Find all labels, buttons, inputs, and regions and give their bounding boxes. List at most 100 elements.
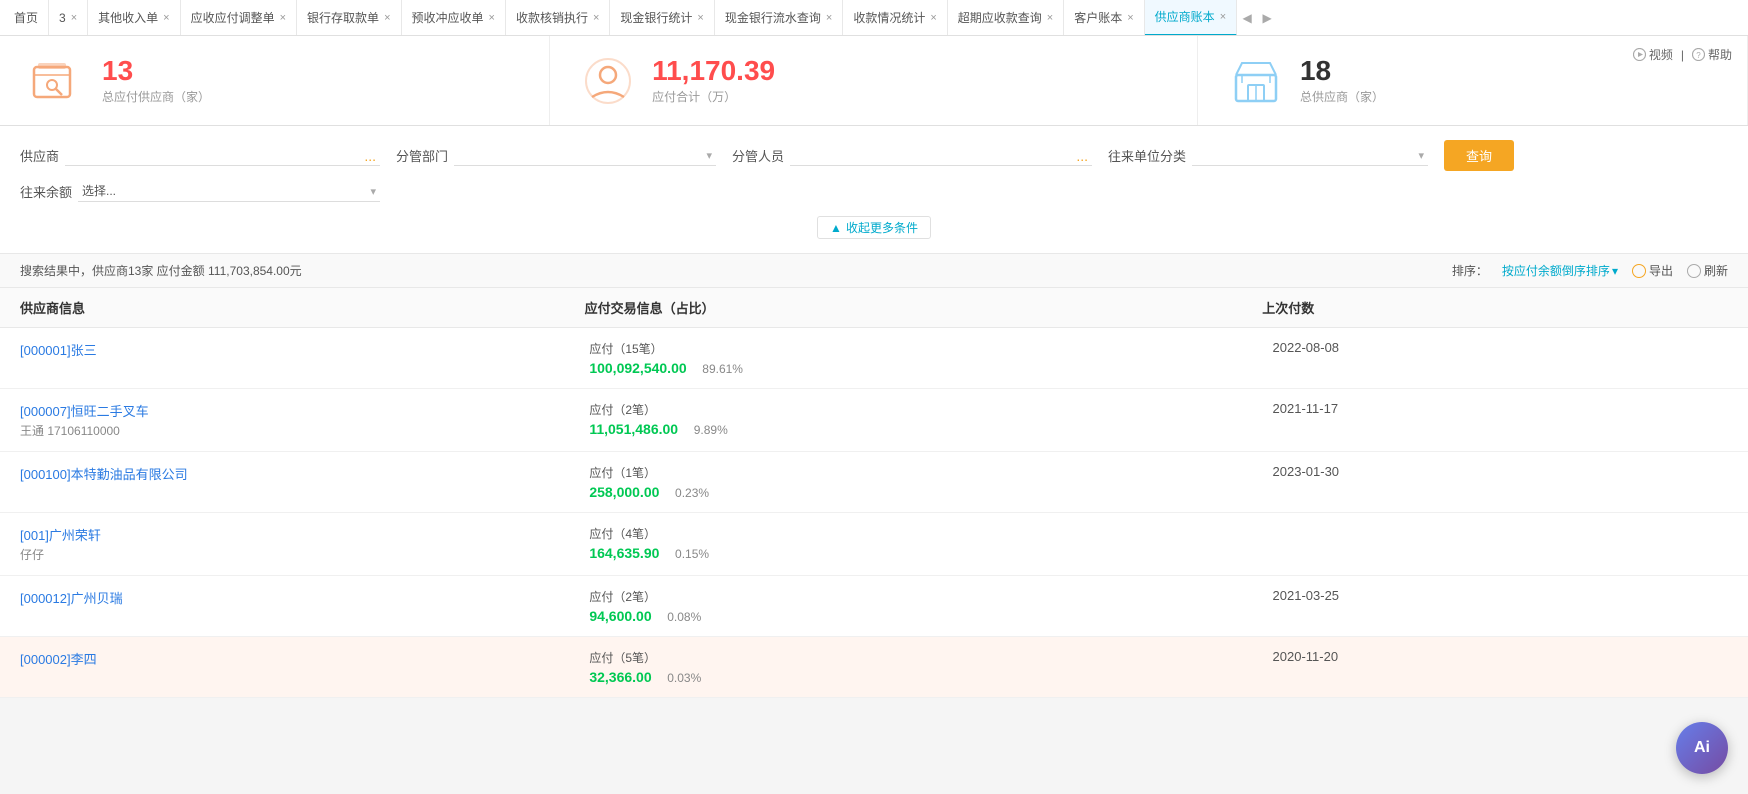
balance-select[interactable]: 选择...: [82, 184, 366, 198]
category-chevron-icon: ▾: [1418, 149, 1424, 162]
nav-right-arrow[interactable]: ▶: [1257, 0, 1277, 36]
payable-amount-5: 94,600.00: [589, 608, 651, 624]
stat-icon-shop: [1228, 53, 1284, 109]
person-dots[interactable]: ...: [1076, 148, 1088, 164]
supplier-link-1[interactable]: [000001]张三: [20, 343, 97, 358]
balance-chevron-icon: ▾: [370, 185, 376, 198]
nav-tab-customer-account-close[interactable]: ×: [1127, 12, 1133, 24]
nav-tab-cash-bank-flow-close[interactable]: ×: [826, 12, 832, 24]
nav-tab-receipt-stat-close[interactable]: ×: [930, 12, 936, 24]
person-input-wrap: ...: [790, 145, 1092, 166]
search-field-person: 分管人员 ...: [732, 145, 1092, 166]
nav-tab-bank-deposit[interactable]: 银行存取款单 ×: [297, 0, 401, 36]
nav-tab-ap-adjust-label: 应收应付调整单: [191, 9, 275, 26]
supplier-name-5: [000012]广州贝瑞: [20, 588, 589, 607]
table-header: 供应商信息 应付交易信息（占比） 上次付数: [0, 288, 1748, 328]
table-row: [000012]广州贝瑞 应付（2笔） 94,600.00 0.08% 2021…: [0, 576, 1748, 637]
table-row: [000002]李四 应付（5笔） 32,366.00 0.03% 2020-1…: [0, 637, 1748, 698]
nav-tab-advance-match-label: 预收冲应收单: [412, 9, 484, 26]
supplier-dots[interactable]: ...: [364, 148, 376, 164]
supplier-input[interactable]: [65, 145, 380, 166]
nav-tab-other-income-close[interactable]: ×: [163, 12, 169, 24]
nav-tab-bank-deposit-close[interactable]: ×: [384, 12, 390, 24]
nav-tab-advance-match-close[interactable]: ×: [489, 12, 495, 24]
video-link[interactable]: 视频: [1633, 46, 1673, 63]
supplier-name-4: [001]广州荣轩: [20, 525, 589, 544]
stat-total-info: 11,170.39 应付合计（万）: [652, 56, 775, 106]
stat-total-number: 11,170.39: [652, 56, 775, 87]
nav-tab-overdue-ap-label: 超期应收款查询: [958, 9, 1042, 26]
nav-tab-cash-bank-stat-close[interactable]: ×: [697, 12, 703, 24]
nav-tab-customer-account[interactable]: 客户账本 ×: [1064, 0, 1144, 36]
stat-payable-info: 13 总应付供应商（家）: [102, 56, 210, 106]
supplier-info-2: [000007]恒旺二手叉车 王通 17106110000: [20, 401, 589, 439]
stat-icon-total: [580, 53, 636, 109]
refresh-icon: [1687, 264, 1701, 278]
sort-chevron-icon: ▾: [1612, 264, 1618, 278]
search-field-supplier: 供应商 ...: [20, 145, 380, 166]
balance-label: 往来余额: [20, 182, 72, 201]
search-row-1: 供应商 ... 分管部门 ▾ 分管人员 ... 往来单位分类: [20, 140, 1728, 171]
nav-tab-3[interactable]: 3 ×: [49, 0, 88, 36]
nav-tab-receipt-verify-close[interactable]: ×: [593, 12, 599, 24]
nav-tab-ap-adjust-close[interactable]: ×: [280, 12, 286, 24]
person-input[interactable]: [790, 145, 1092, 166]
results-summary: 搜索结果中，供应商13家 应付金额 111,703,854.00元: [20, 262, 302, 279]
supplier-link-6[interactable]: [000002]李四: [20, 652, 97, 667]
collapse-icon: ▲: [830, 221, 842, 235]
last-pay-2: 2021-11-17: [1273, 401, 1728, 416]
table-row: [000007]恒旺二手叉车 王通 17106110000 应付（2笔） 11,…: [0, 389, 1748, 452]
sort-select[interactable]: 按应付余额倒序排序 ▾: [1502, 262, 1618, 279]
supplier-name-2: [000007]恒旺二手叉车: [20, 401, 589, 420]
nav-tab-cash-bank-flow[interactable]: 现金银行流水查询 ×: [715, 0, 843, 36]
col-header-payable: 应付交易信息（占比）: [585, 298, 1263, 317]
payable-pct-4: 0.15%: [675, 547, 709, 561]
refresh-label: 刷新: [1704, 262, 1728, 279]
main-table: 供应商信息 应付交易信息（占比） 上次付数 [000001]张三 应付（15笔）…: [0, 288, 1748, 698]
nav-tab-supplier-account-close[interactable]: ×: [1220, 11, 1226, 23]
nav-tab-receipt-stat[interactable]: 收款情况统计 ×: [843, 0, 947, 36]
search-row-2: 往来余额 选择... ▾: [20, 181, 1728, 202]
table-row: [000100]本特勤油品有限公司 应付（1笔） 258,000.00 0.23…: [0, 452, 1748, 513]
payable-info-5: 应付（2笔） 94,600.00 0.08%: [589, 588, 1272, 624]
search-field-balance: 往来余额 选择... ▾: [20, 181, 380, 202]
supplier-link-5[interactable]: [000012]广州贝瑞: [20, 591, 123, 606]
nav-tab-home[interactable]: 首页: [4, 0, 49, 36]
category-select[interactable]: [1196, 148, 1414, 162]
nav-left-arrow[interactable]: ◀: [1237, 0, 1257, 36]
nav-tab-overdue-ap-close[interactable]: ×: [1047, 12, 1053, 24]
stats-bar: 13 总应付供应商（家） 11,170.39 应付合计（万）: [0, 36, 1748, 126]
ai-button[interactable]: Ai: [1676, 722, 1728, 774]
category-select-wrap[interactable]: ▾: [1192, 145, 1428, 166]
refresh-button[interactable]: 刷新: [1687, 262, 1728, 279]
supplier-link-4[interactable]: [001]广州荣轩: [20, 528, 101, 543]
nav-tab-cash-bank-stat-label: 现金银行统计: [620, 9, 692, 26]
dept-select[interactable]: [458, 148, 702, 162]
nav-tab-ap-adjust[interactable]: 应收应付调整单 ×: [181, 0, 297, 36]
query-button[interactable]: 查询: [1444, 140, 1514, 171]
nav-tab-other-income[interactable]: 其他收入单 ×: [88, 0, 180, 36]
stat-payable-number: 13: [102, 56, 210, 87]
stat-total-label: 应付合计（万）: [652, 88, 775, 105]
export-label: 导出: [1649, 262, 1673, 279]
collapse-button[interactable]: ▲ 收起更多条件: [817, 216, 931, 239]
nav-tab-cash-bank-stat[interactable]: 现金银行统计 ×: [610, 0, 714, 36]
stat-payable-label: 总应付供应商（家）: [102, 88, 210, 105]
nav-tab-supplier-account[interactable]: 供应商账本 ×: [1145, 0, 1237, 36]
dept-select-wrap[interactable]: ▾: [454, 145, 716, 166]
balance-select-wrap[interactable]: 选择... ▾: [78, 181, 380, 202]
last-pay-6: 2020-11-20: [1273, 649, 1728, 664]
nav-tab-receipt-verify[interactable]: 收款核销执行 ×: [506, 0, 610, 36]
supplier-link-2[interactable]: [000007]恒旺二手叉车: [20, 404, 149, 419]
help-link[interactable]: ? 帮助: [1692, 46, 1732, 63]
supplier-name-1: [000001]张三: [20, 340, 589, 359]
nav-tab-3-close[interactable]: ×: [71, 12, 77, 24]
nav-tab-advance-match[interactable]: 预收冲应收单 ×: [402, 0, 506, 36]
results-bar: 搜索结果中，供应商13家 应付金额 111,703,854.00元 排序： 按应…: [0, 254, 1748, 288]
payable-amount-3: 258,000.00: [589, 484, 659, 500]
stat-shop-label: 总供应商（家）: [1300, 88, 1384, 105]
nav-tab-home-label: 首页: [14, 9, 38, 26]
export-button[interactable]: 导出: [1632, 262, 1673, 279]
supplier-link-3[interactable]: [000100]本特勤油品有限公司: [20, 467, 188, 482]
nav-tab-overdue-ap[interactable]: 超期应收款查询 ×: [948, 0, 1064, 36]
